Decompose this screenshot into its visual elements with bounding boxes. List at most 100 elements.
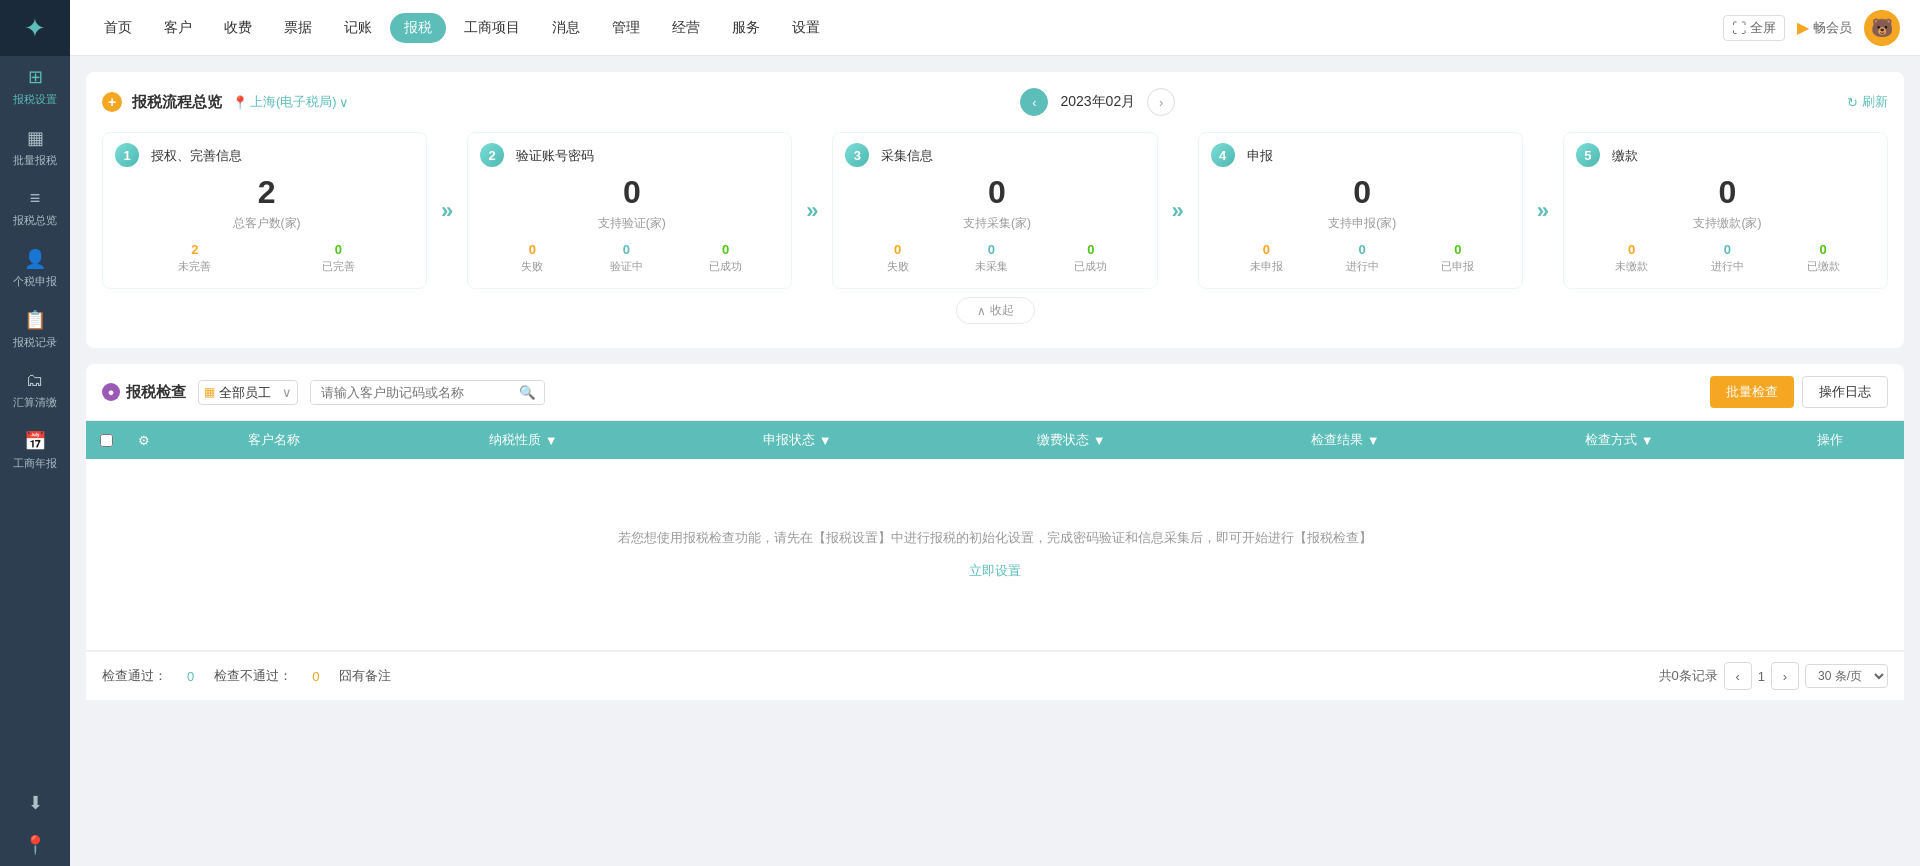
step-2-card: 2 验证账号密码 0 支持验证(家) 0 失败 0 验证中: [467, 132, 792, 289]
batch-tax-icon: ▦: [27, 127, 44, 149]
collapse-label: 收起: [990, 302, 1014, 319]
check-title: ● 报税检查: [102, 383, 186, 402]
sidebar-item-tax-overview[interactable]: ≡ 报税总览: [0, 178, 70, 238]
filter-icon[interactable]: ▼: [819, 433, 832, 448]
sidebar-item-annual-settlement[interactable]: 🗂 汇算清缴: [0, 360, 70, 420]
stat-lbl: 未完善: [178, 259, 211, 274]
step-4-title: 申报: [1247, 147, 1506, 165]
batch-check-button[interactable]: 批量检查: [1710, 376, 1794, 408]
location-text: 上海(电子税局): [250, 93, 337, 111]
play-icon: ▶: [1797, 18, 1809, 37]
step-4-label: 支持申报(家): [1219, 215, 1506, 232]
sidebar-bottom: ⬇ 📍: [0, 782, 70, 866]
overview-plus-icon: +: [102, 92, 122, 112]
sidebar-item-label: 批量报税: [13, 153, 57, 168]
tax-settings-icon: ⊞: [28, 66, 43, 88]
settings-icon[interactable]: ⚙: [138, 433, 150, 448]
nav-item-accounting[interactable]: 记账: [330, 13, 386, 43]
sidebar-item-tax-settings[interactable]: ⊞ 报税设置: [0, 56, 70, 117]
step-1-title: 授权、完善信息: [151, 147, 410, 165]
nav-item-industrial[interactable]: 工商项目: [450, 13, 534, 43]
sidebar-item-label: 报税记录: [13, 335, 57, 350]
stat-val: 0: [894, 242, 901, 257]
nav-item-invoices[interactable]: 票据: [270, 13, 326, 43]
sidebar-item-label: 报税总览: [13, 213, 57, 228]
page-size-select[interactable]: 30 条/页: [1805, 664, 1888, 688]
client-search-input[interactable]: [311, 381, 511, 404]
sidebar-item-location[interactable]: 📍: [0, 824, 70, 866]
filter-icon[interactable]: ▼: [1641, 433, 1654, 448]
step-2-num: 2: [480, 143, 504, 167]
step-5-count: 0: [1584, 173, 1871, 211]
refresh-button[interactable]: ↻ 刷新: [1847, 93, 1888, 111]
arrow-1: »: [427, 132, 467, 289]
next-page-button[interactable]: ›: [1771, 662, 1799, 690]
user-avatar[interactable]: 🐻: [1864, 10, 1900, 46]
step-1-stat-0: 2 未完善: [178, 242, 211, 274]
step-1-count: 2: [123, 173, 410, 211]
step-4-stat-1: 0 进行中: [1346, 242, 1379, 274]
fail-count[interactable]: 0: [312, 669, 319, 684]
pagination: 共0条记录 ‹ 1 › 30 条/页: [1659, 662, 1888, 690]
table-footer: 检查通过： 0 检查不通过： 0 囧有备注 共0条记录 ‹ 1 › 30 条/页: [86, 651, 1904, 700]
fullscreen-icon: ⛶: [1732, 20, 1746, 36]
location-marker: 📍: [232, 95, 248, 110]
arrow-4: »: [1523, 132, 1563, 289]
date-navigation: ‹ 2023年02月 ›: [1020, 88, 1175, 116]
th-tax-filter: 纳税性质 ▼: [489, 431, 558, 449]
nav-item-services[interactable]: 服务: [718, 13, 774, 43]
setup-link[interactable]: 立即设置: [969, 563, 1021, 578]
step-3-stat-2: 0 已成功: [1074, 242, 1107, 274]
overview-header: + 报税流程总览 📍 上海(电子税局) ∨ ‹ 2023年02月 › ↻ 刷新: [102, 88, 1888, 116]
collapse-button[interactable]: ∧ 收起: [956, 297, 1035, 324]
nav-item-clients[interactable]: 客户: [150, 13, 206, 43]
prev-month-button[interactable]: ‹: [1020, 88, 1048, 116]
sidebar-item-tax-records[interactable]: 📋 报税记录: [0, 299, 70, 360]
select-all-checkbox[interactable]: [100, 434, 113, 447]
filter-icon[interactable]: ▼: [1367, 433, 1380, 448]
overview-location[interactable]: 📍 上海(电子税局) ∨: [232, 93, 349, 111]
next-month-button[interactable]: ›: [1147, 88, 1175, 116]
sidebar-item-download[interactable]: ⬇: [0, 782, 70, 824]
step-2-stat-1: 0 验证中: [610, 242, 643, 274]
th-declare-status: 申报状态 ▼: [660, 421, 934, 459]
operation-log-button[interactable]: 操作日志: [1802, 376, 1888, 408]
nav-item-home[interactable]: 首页: [90, 13, 146, 43]
nav-item-settings[interactable]: 设置: [778, 13, 834, 43]
th-pay-filter: 缴费状态 ▼: [1037, 431, 1106, 449]
fullscreen-button[interactable]: ⛶ 全屏: [1723, 15, 1785, 41]
member-label: 畅会员: [1813, 19, 1852, 37]
sidebar-item-label: 汇算清缴: [13, 395, 57, 410]
member-button[interactable]: ▶ 畅会员: [1797, 18, 1852, 37]
employee-filter-icon: ▦: [204, 385, 215, 399]
page-number: 1: [1758, 669, 1765, 684]
tax-check-card: ● 报税检查 ▦ 全部员工 ∨ 🔍 批量检查 操作日志: [86, 364, 1904, 700]
stat-val: 0: [1724, 242, 1731, 257]
location-icon: 📍: [24, 834, 46, 856]
step-1-label: 总客户数(家): [123, 215, 410, 232]
sidebar-item-personal-tax[interactable]: 👤 个税申报: [0, 238, 70, 299]
sidebar-item-label: 工商年报: [13, 456, 57, 471]
filter-icon[interactable]: ▼: [1093, 433, 1106, 448]
stat-lbl: 进行中: [1346, 259, 1379, 274]
nav-item-operations[interactable]: 经营: [658, 13, 714, 43]
pass-count[interactable]: 0: [187, 669, 194, 684]
prev-page-button[interactable]: ‹: [1724, 662, 1752, 690]
stat-lbl: 失败: [521, 259, 543, 274]
filter-icon[interactable]: ▼: [545, 433, 558, 448]
employee-filter-wrapper: ▦ 全部员工 ∨: [198, 380, 298, 405]
sidebar-item-annual-report[interactable]: 📅 工商年报: [0, 420, 70, 481]
empty-state-cell: 若您想使用报税检查功能，请先在【报税设置】中进行报税的初始化设置，完成密码验证和…: [86, 459, 1904, 651]
step-5-label: 支持缴款(家): [1584, 215, 1871, 232]
stat-lbl: 未采集: [975, 259, 1008, 274]
th-method-filter: 检查方式 ▼: [1585, 431, 1654, 449]
nav-item-tax[interactable]: 报税: [390, 13, 446, 43]
stat-lbl: 已成功: [709, 259, 742, 274]
nav-item-fees[interactable]: 收费: [210, 13, 266, 43]
nav-item-messages[interactable]: 消息: [538, 13, 594, 43]
nav-item-management[interactable]: 管理: [598, 13, 654, 43]
table-head: ⚙ 客户名称 纳税性质 ▼: [86, 421, 1904, 459]
sidebar-item-batch-tax[interactable]: ▦ 批量报税: [0, 117, 70, 178]
search-button[interactable]: 🔍: [511, 381, 544, 404]
stat-val: 2: [191, 242, 198, 257]
